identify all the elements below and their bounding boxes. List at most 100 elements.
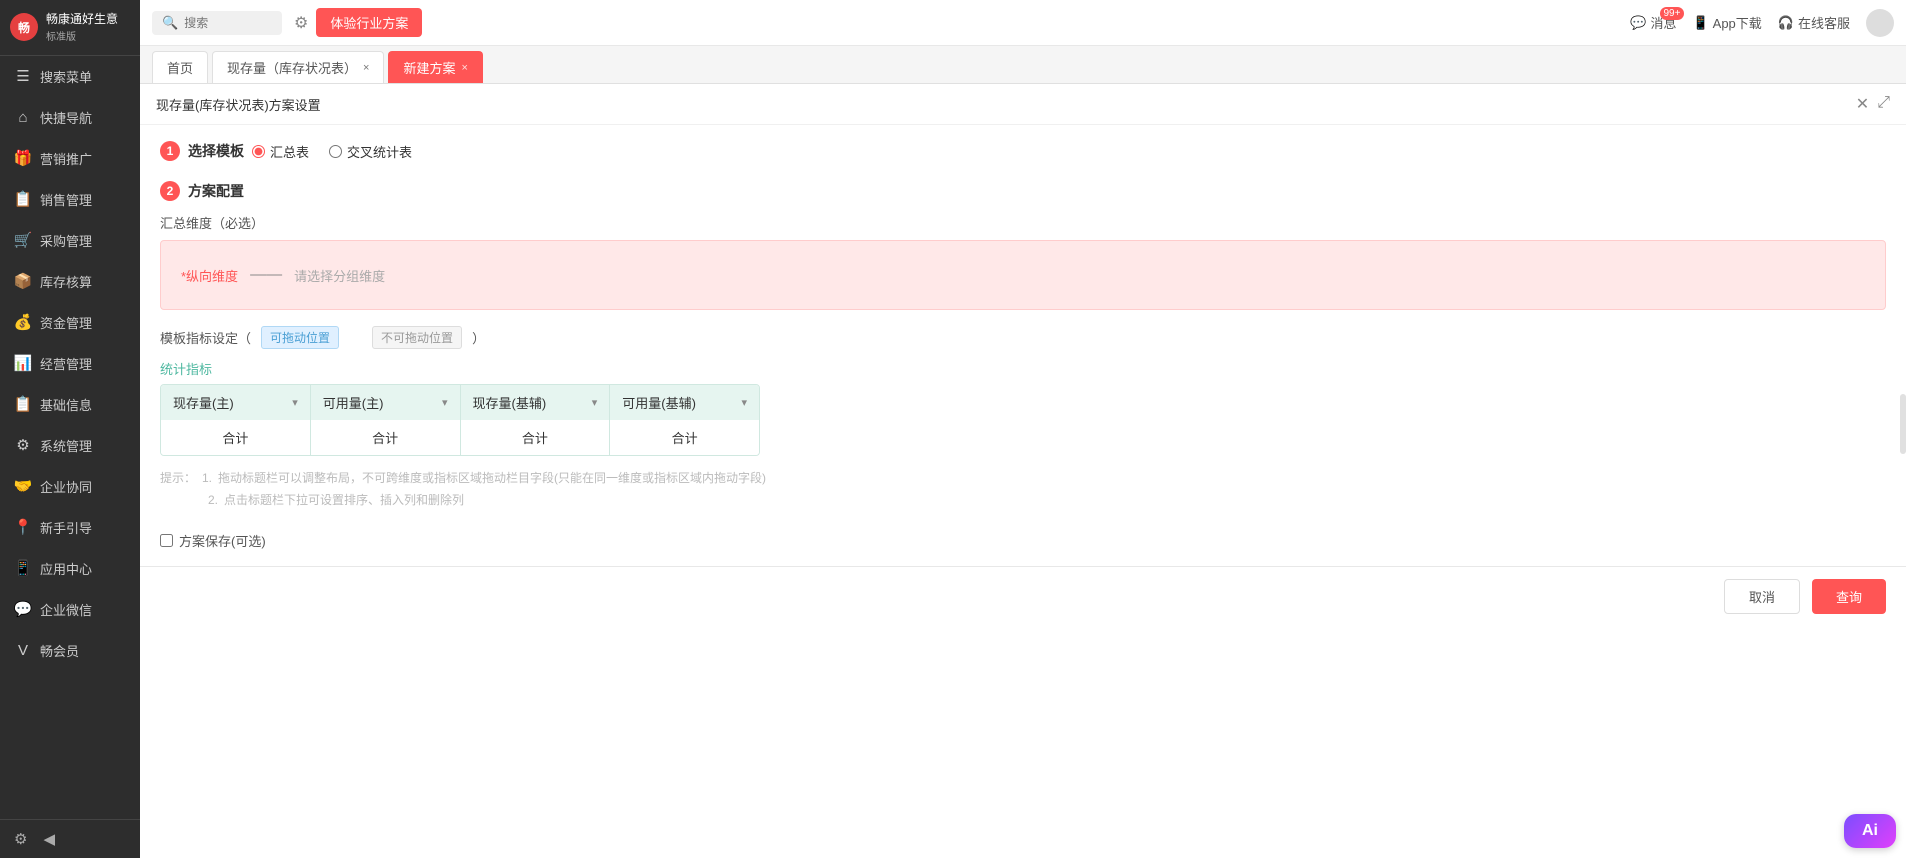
step2-section: 2 方案配置 汇总维度（必选） *纵向维度 —— 请选择分组维度 模板指标设定（: [160, 181, 1886, 511]
panel-expand-btn[interactable]: ⤢: [1877, 94, 1890, 114]
sidebar-item-marketing[interactable]: 🎁营销推广: [0, 138, 140, 179]
stats-table-body: 合计 合计 合计 合计: [161, 420, 759, 455]
headset-icon: 🎧: [1778, 15, 1794, 31]
dimension-area[interactable]: *纵向维度 —— 请选择分组维度: [160, 240, 1886, 310]
col-current-aux[interactable]: 现存量(基辅) ▾: [461, 385, 611, 420]
new-guide-icon: 📍: [14, 518, 32, 536]
basic-info-icon: 📋: [14, 395, 32, 413]
sidebar-item-search-menu[interactable]: ☰搜索菜单: [0, 56, 140, 97]
sidebar-item-basic-info[interactable]: 📋基础信息: [0, 384, 140, 425]
tab-new-plan-close[interactable]: ×: [461, 62, 467, 74]
enterprise-icon: 🤝: [14, 477, 32, 495]
inventory-icon: 📦: [14, 272, 32, 290]
col-current-main[interactable]: 现存量(主) ▾: [161, 385, 311, 420]
search-menu-icon: ☰: [14, 67, 32, 85]
panel-body: 1 选择模板 汇总表 交叉统计表: [140, 125, 1906, 566]
col-available-main-arrow[interactable]: ▾: [442, 396, 448, 409]
col-available-aux-arrow[interactable]: ▾: [741, 396, 747, 409]
dimension-label: 汇总维度（必选）: [160, 213, 1886, 232]
step2-title: 方案配置: [188, 181, 244, 201]
cell-0-3: 合计: [610, 420, 759, 455]
tab-home[interactable]: 首页: [152, 51, 208, 83]
save-checkbox-input[interactable]: [160, 534, 173, 547]
tab-inventory-close[interactable]: ×: [363, 62, 369, 74]
sidebar-item-wechat[interactable]: 💬企业微信: [0, 589, 140, 630]
sidebar-item-sales[interactable]: 📋销售管理: [0, 179, 140, 220]
resize-handle[interactable]: [1900, 394, 1906, 454]
sidebar-item-purchase[interactable]: 🛒 采购管理: [0, 220, 140, 261]
sidebar-item-member[interactable]: V 畅会员: [0, 630, 140, 671]
radio-summary-label: 汇总表: [270, 142, 309, 161]
sidebar-item-inventory[interactable]: 📦 库存核算: [0, 261, 140, 302]
radio-summary-input[interactable]: [252, 145, 265, 158]
step2-header: 2 方案配置: [160, 181, 1886, 201]
indicator-label-text: 模板指标设定（: [160, 328, 251, 347]
sidebar-item-quick-nav[interactable]: ⌂快捷导航: [0, 97, 140, 138]
panel-controls: ✕ ⤢: [1856, 94, 1890, 114]
sidebar-item-system[interactable]: ⚙系统管理: [0, 425, 140, 466]
stats-title: 统计指标: [160, 359, 1886, 378]
col-available-main[interactable]: 可用量(主) ▾: [311, 385, 461, 420]
tab-inventory-status[interactable]: 现存量（库存状况表） ×: [212, 51, 384, 83]
collapse-icon[interactable]: ◀: [43, 830, 55, 848]
cancel-button[interactable]: 取消: [1724, 579, 1800, 614]
user-avatar[interactable]: [1866, 9, 1894, 37]
inventory-label: 库存核算: [40, 272, 92, 291]
col-available-aux-label: 可用量(基辅): [622, 393, 696, 412]
draggable-tag: 可拖动位置: [261, 326, 339, 349]
notify-btn[interactable]: 💬 消息 99+: [1630, 13, 1676, 32]
system-label: 系统管理: [40, 436, 92, 455]
app-download-btn[interactable]: 📱 App下载: [1692, 13, 1761, 32]
step1-section: 1 选择模板 汇总表 交叉统计表: [160, 141, 1886, 161]
stats-table: 现存量(主) ▾ 可用量(主) ▾ 现存量(基辅) ▾: [160, 384, 760, 456]
col-current-main-arrow[interactable]: ▾: [292, 396, 298, 409]
indicator-settings: 模板指标设定（ 可拖动位置 不可拖动位置 ）: [160, 326, 1886, 349]
query-button[interactable]: 查询: [1812, 579, 1886, 614]
template-radio-group: 汇总表 交叉统计表: [252, 142, 412, 161]
sidebar-item-new-guide[interactable]: 📍新手引导: [0, 507, 140, 548]
tab-inventory-label: 现存量（库存状况表）: [227, 58, 357, 77]
operations-label: 经营管理: [40, 354, 92, 373]
radio-cross-input[interactable]: [329, 145, 342, 158]
dim-arrow: ——: [250, 266, 282, 284]
enterprise-label: 企业协同: [40, 477, 92, 496]
purchase-icon: 🛒: [14, 231, 32, 249]
radio-summary[interactable]: 汇总表: [252, 142, 309, 161]
tab-bar: 首页 现存量（库存状况表） × 新建方案 ×: [140, 46, 1906, 84]
indicator-label: 模板指标设定（ 可拖动位置 不可拖动位置 ）: [160, 326, 1886, 349]
logo-icon: 畅: [10, 13, 38, 41]
panel-close-btn[interactable]: ✕: [1856, 94, 1869, 114]
member-label: 畅会员: [40, 641, 79, 660]
col-available-aux[interactable]: 可用量(基辅) ▾: [610, 385, 759, 420]
col-current-aux-arrow[interactable]: ▾: [592, 396, 598, 409]
stats-section: 统计指标 现存量(主) ▾ 可用量(主) ▾: [160, 359, 1886, 456]
tab-new-plan[interactable]: 新建方案 ×: [388, 51, 482, 83]
tab-home-label: 首页: [167, 58, 193, 77]
member-icon: V: [14, 641, 32, 659]
dim-placeholder: 请选择分组维度: [294, 266, 385, 285]
search-box[interactable]: 🔍: [152, 11, 282, 35]
topbar-right: 💬 消息 99+ 📱 App下载 🎧 在线客服: [1630, 9, 1894, 37]
topbar-settings-icon[interactable]: ⚙: [294, 13, 308, 33]
non-draggable-tag: 不可拖动位置: [372, 326, 462, 349]
app-logo: 畅 畅康通好生意 标准版: [0, 0, 140, 56]
sidebar-item-operations[interactable]: 📊 经营管理: [0, 343, 140, 384]
tip-2-text: 点击标题栏下拉可设置排序、插入列和删除列: [224, 490, 464, 512]
notify-icon: 💬: [1630, 15, 1646, 31]
settings-panel: 现存量(库存状况表)方案设置 ✕ ⤢ 1 选择模板 汇总表: [140, 84, 1906, 858]
online-service-btn[interactable]: 🎧 在线客服: [1778, 13, 1850, 32]
notify-badge: 99+: [1660, 7, 1685, 20]
operations-icon: 📊: [14, 354, 32, 372]
trial-btn[interactable]: 体验行业方案: [316, 8, 422, 37]
ai-fab-button[interactable]: Ai: [1844, 814, 1896, 848]
save-checkbox[interactable]: 方案保存(可选): [160, 531, 1886, 550]
radio-cross[interactable]: 交叉统计表: [329, 142, 412, 161]
search-input[interactable]: [184, 16, 274, 30]
purchase-label: 采购管理: [40, 231, 92, 250]
app-icon: 📱: [1692, 15, 1708, 31]
settings-icon[interactable]: ⚙: [14, 830, 27, 848]
finance-label: 资金管理: [40, 313, 92, 332]
sidebar-item-enterprise[interactable]: 🤝 企业协同: [0, 466, 140, 507]
sidebar-item-app-center[interactable]: 📱应用中心: [0, 548, 140, 589]
sidebar-item-finance[interactable]: 💰资金管理: [0, 302, 140, 343]
